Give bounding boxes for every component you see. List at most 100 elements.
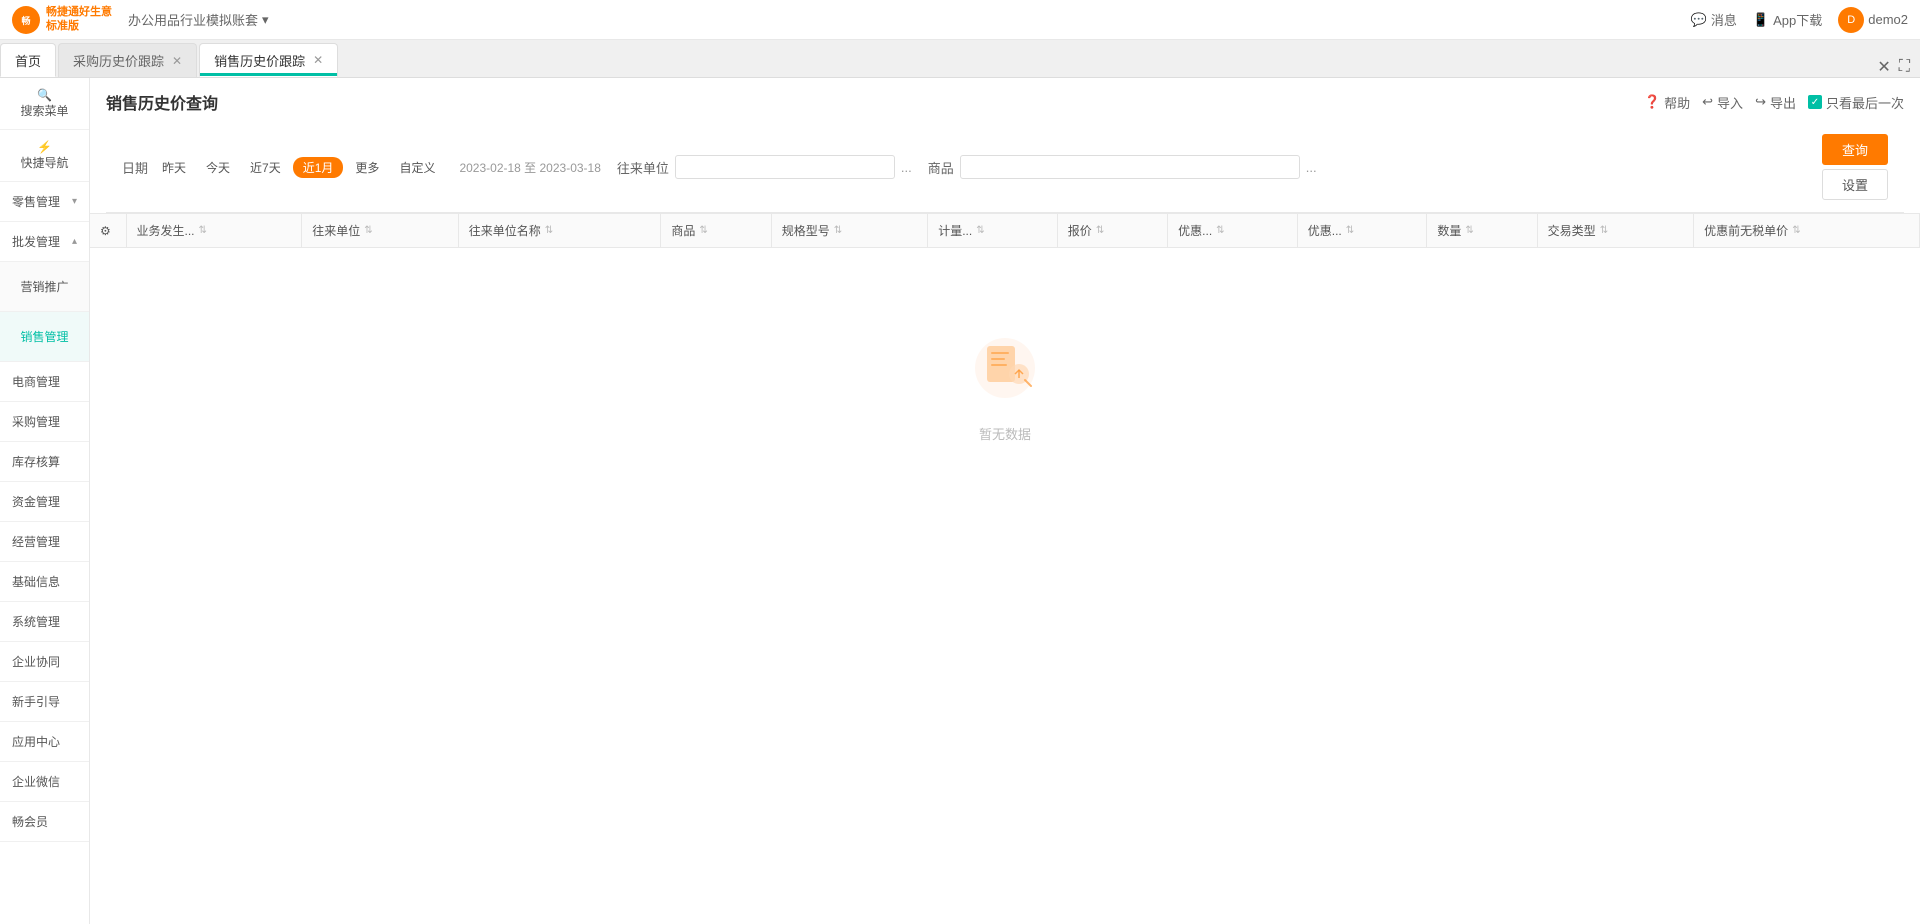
partner-label: 往来单位	[617, 158, 669, 177]
export-button[interactable]: ↪ 导出	[1755, 93, 1796, 112]
top-bar-right: 💬 消息 📱 App下载 D demo2	[1691, 7, 1908, 33]
help-icon: ❓	[1644, 94, 1660, 110]
sort-icon: ⇅	[199, 225, 207, 236]
page-title: 销售历史价查询	[106, 90, 218, 114]
sort-icon: ⇅	[1600, 225, 1608, 236]
goods-input[interactable]	[960, 155, 1300, 179]
empty-icon	[965, 328, 1045, 408]
col-quote[interactable]: 报价 ⇅	[1057, 214, 1167, 248]
empty-text: 暂无数据	[979, 424, 1031, 443]
sort-icon: ⇅	[1346, 225, 1354, 236]
nav-icon: ⚡	[37, 140, 52, 154]
tab-sales-history[interactable]: 销售历史价跟踪 ✕	[199, 43, 338, 77]
partner-dots-button[interactable]: ...	[901, 160, 912, 175]
sidebar-item-wholesale-mgmt[interactable]: 批发管理 ▴	[0, 222, 89, 262]
sort-icon: ⇅	[834, 225, 842, 236]
query-button[interactable]: 查询	[1822, 134, 1888, 165]
date-btn-today[interactable]: 今天	[198, 157, 238, 178]
sidebar-item-enterprise-coop[interactable]: 企业协同	[0, 642, 89, 682]
goods-dots-button[interactable]: ...	[1306, 160, 1317, 175]
sidebar-item-app-center[interactable]: 应用中心	[0, 722, 89, 762]
sidebar: 🔍 搜索菜单 ⚡ 快捷导航 零售管理 ▾ 批发管理 ▴ 营销推广 销售管理 电商…	[0, 78, 90, 924]
col-quantity[interactable]: 数量 ⇅	[1427, 214, 1537, 248]
chevron-down-icon: ▾	[72, 196, 77, 207]
date-buttons: 昨天 今天 近7天 近1月 更多 自定义	[154, 157, 443, 178]
sidebar-item-basic-info[interactable]: 基础信息	[0, 562, 89, 602]
date-btn-custom[interactable]: 自定义	[391, 157, 443, 178]
sidebar-item-search-menu[interactable]: 🔍 搜索菜单	[0, 78, 89, 130]
date-range-display: 2023-02-18 至 2023-03-18	[459, 159, 600, 176]
sidebar-item-operations[interactable]: 经营管理	[0, 522, 89, 562]
message-icon: 💬	[1691, 12, 1707, 28]
col-goods[interactable]: 商品 ⇅	[661, 214, 771, 248]
col-trade-type[interactable]: 交易类型 ⇅	[1537, 214, 1694, 248]
col-partner-code[interactable]: 往来单位 ⇅	[302, 214, 459, 248]
main-layout: 🔍 搜索菜单 ⚡ 快捷导航 零售管理 ▾ 批发管理 ▴ 营销推广 销售管理 电商…	[0, 78, 1920, 924]
partner-input[interactable]	[675, 155, 895, 179]
settings-icon[interactable]: ⚙	[100, 224, 111, 238]
logo-text: 畅捷通好生意 标准版	[46, 6, 112, 32]
tab-purchase-history[interactable]: 采购历史价跟踪 ✕	[58, 43, 197, 77]
user-profile[interactable]: D demo2	[1838, 7, 1908, 33]
search-icon: 🔍	[37, 88, 52, 102]
tab-close-button[interactable]: ✕	[1877, 57, 1890, 77]
sidebar-item-purchase-mgmt[interactable]: 采购管理	[0, 402, 89, 442]
sidebar-item-member[interactable]: 畅会员	[0, 802, 89, 842]
date-btn-yesterday[interactable]: 昨天	[154, 157, 194, 178]
sidebar-item-new-user-guide[interactable]: 新手引导	[0, 682, 89, 722]
tab-maximize-button[interactable]: ⛶	[1899, 58, 1910, 76]
table-header: ⚙ 业务发生... ⇅ 往来单位 ⇅	[90, 214, 1920, 248]
sidebar-item-inventory[interactable]: 库存核算	[0, 442, 89, 482]
sidebar-item-system-mgmt[interactable]: 系统管理	[0, 602, 89, 642]
sort-icon: ⇅	[1216, 225, 1224, 236]
export-icon: ↪	[1755, 94, 1766, 110]
chevron-down-icon: ▾	[262, 12, 269, 28]
sidebar-item-marketing[interactable]: 营销推广	[0, 262, 89, 312]
date-btn-1month[interactable]: 近1月	[293, 157, 344, 178]
date-btn-more[interactable]: 更多	[347, 157, 387, 178]
tab-sales-history-close[interactable]: ✕	[313, 53, 323, 67]
date-btn-7days[interactable]: 近7天	[242, 157, 289, 178]
message-button[interactable]: 💬 消息	[1691, 10, 1737, 29]
col-discount2[interactable]: 优惠... ⇅	[1297, 214, 1427, 248]
settings-button[interactable]: 设置	[1822, 169, 1888, 200]
page-actions: ❓ 帮助 ↩ 导入 ↪ 导出 ✓ 只看最后一次	[1644, 93, 1904, 112]
col-settings[interactable]: ⚙	[90, 214, 126, 248]
app-download-button[interactable]: 📱 App下载	[1753, 10, 1822, 29]
sidebar-item-sales-mgmt[interactable]: 销售管理	[0, 312, 89, 362]
tab-purchase-history-close[interactable]: ✕	[172, 54, 182, 68]
sidebar-item-ecommerce-mgmt[interactable]: 电商管理	[0, 362, 89, 402]
tab-bar-actions: ✕ ⛶	[1877, 57, 1920, 77]
sidebar-item-finance-mgmt[interactable]: 资金管理	[0, 482, 89, 522]
download-icon: 📱	[1753, 12, 1769, 28]
logo-icon: 畅	[12, 6, 40, 34]
sidebar-item-enterprise-wechat[interactable]: 企业微信	[0, 762, 89, 802]
checkbox-icon: ✓	[1808, 95, 1822, 109]
content-area: 销售历史价查询 ❓ 帮助 ↩ 导入 ↪ 导出 ✓	[90, 78, 1920, 924]
partner-filter-group: 往来单位 ...	[617, 155, 912, 179]
app-selector[interactable]: 办公用品行业模拟账套 ▾	[128, 10, 269, 29]
col-biz-date[interactable]: 业务发生... ⇅	[126, 214, 302, 248]
sort-icon: ⇅	[1465, 225, 1473, 236]
col-discount1[interactable]: 优惠... ⇅	[1168, 214, 1298, 248]
chevron-up-icon: ▴	[72, 236, 77, 247]
logo-area: 畅 畅捷通好生意 标准版	[12, 6, 112, 34]
tab-home[interactable]: 首页	[0, 43, 56, 77]
only-last-checkbox[interactable]: ✓ 只看最后一次	[1808, 93, 1904, 112]
sort-icon: ⇅	[545, 225, 553, 236]
sidebar-item-quick-nav[interactable]: ⚡ 快捷导航	[0, 130, 89, 182]
col-unit[interactable]: 计量... ⇅	[928, 214, 1058, 248]
page-title-row: 销售历史价查询 ❓ 帮助 ↩ 导入 ↪ 导出 ✓	[106, 90, 1904, 114]
sort-icon: ⇅	[699, 225, 707, 236]
empty-state: 暂无数据	[90, 248, 1920, 523]
table-container: ⚙ 业务发生... ⇅ 往来单位 ⇅	[90, 214, 1920, 924]
col-spec[interactable]: 规格型号 ⇅	[771, 214, 928, 248]
sidebar-item-retail-mgmt[interactable]: 零售管理 ▾	[0, 182, 89, 222]
help-button[interactable]: ❓ 帮助	[1644, 93, 1690, 112]
col-partner-name[interactable]: 往来单位名称 ⇅	[458, 214, 661, 248]
import-button[interactable]: ↩ 导入	[1702, 93, 1743, 112]
date-filter-group: 日期 昨天 今天 近7天 近1月 更多 自定义	[122, 157, 443, 178]
goods-filter-group: 商品 ...	[928, 155, 1317, 179]
col-no-tax-price[interactable]: 优惠前无税单价 ⇅	[1694, 214, 1920, 248]
sort-icon: ⇅	[1792, 225, 1800, 236]
